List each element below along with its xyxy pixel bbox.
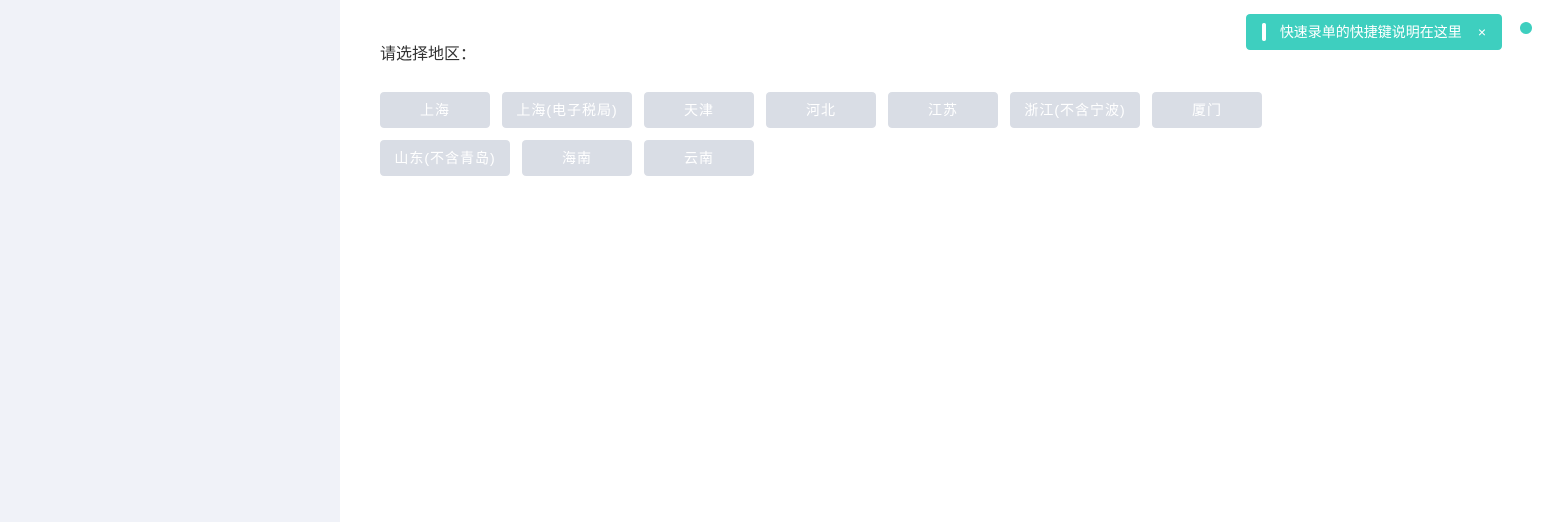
region-row-1: 上海上海(电子税局) 天津河北江苏浙江(不含宁波) 厦门 [380, 92, 1522, 128]
region-btn-zhejiang[interactable]: 浙江(不含宁波) [1010, 92, 1140, 128]
region-btn-hebei[interactable]: 河北 [766, 92, 876, 128]
tooltip-dot [1520, 22, 1532, 34]
region-row-2: 山东(不含青岛) 海南云南 [380, 140, 1522, 176]
tooltip-banner: 快速录单的快捷键说明在这里 × [1246, 14, 1502, 50]
tooltip-text: 快速录单的快捷键说明在这里 [1280, 22, 1462, 42]
region-btn-yunnan[interactable]: 云南 [644, 140, 754, 176]
sidebar [0, 0, 340, 522]
region-btn-shanghai-etax[interactable]: 上海(电子税局) [502, 92, 632, 128]
region-btn-tianjin[interactable]: 天津 [644, 92, 754, 128]
tooltip-bar [1262, 23, 1266, 41]
close-icon[interactable]: × [1478, 24, 1486, 40]
region-btn-shanghai[interactable]: 上海 [380, 92, 490, 128]
page-layout: 请选择地区： 上海上海(电子税局)天津河北江苏浙江(不含宁波)厦门 山东(不含青… [0, 0, 1562, 522]
main-content: 请选择地区： 上海上海(电子税局)天津河北江苏浙江(不含宁波)厦门 山东(不含青… [340, 0, 1562, 522]
region-btn-shandong[interactable]: 山东(不含青岛) [380, 140, 510, 176]
region-btn-hainan[interactable]: 海南 [522, 140, 632, 176]
region-btn-xiamen[interactable]: 厦门 [1152, 92, 1262, 128]
region-btn-jiangsu[interactable]: 江苏 [888, 92, 998, 128]
